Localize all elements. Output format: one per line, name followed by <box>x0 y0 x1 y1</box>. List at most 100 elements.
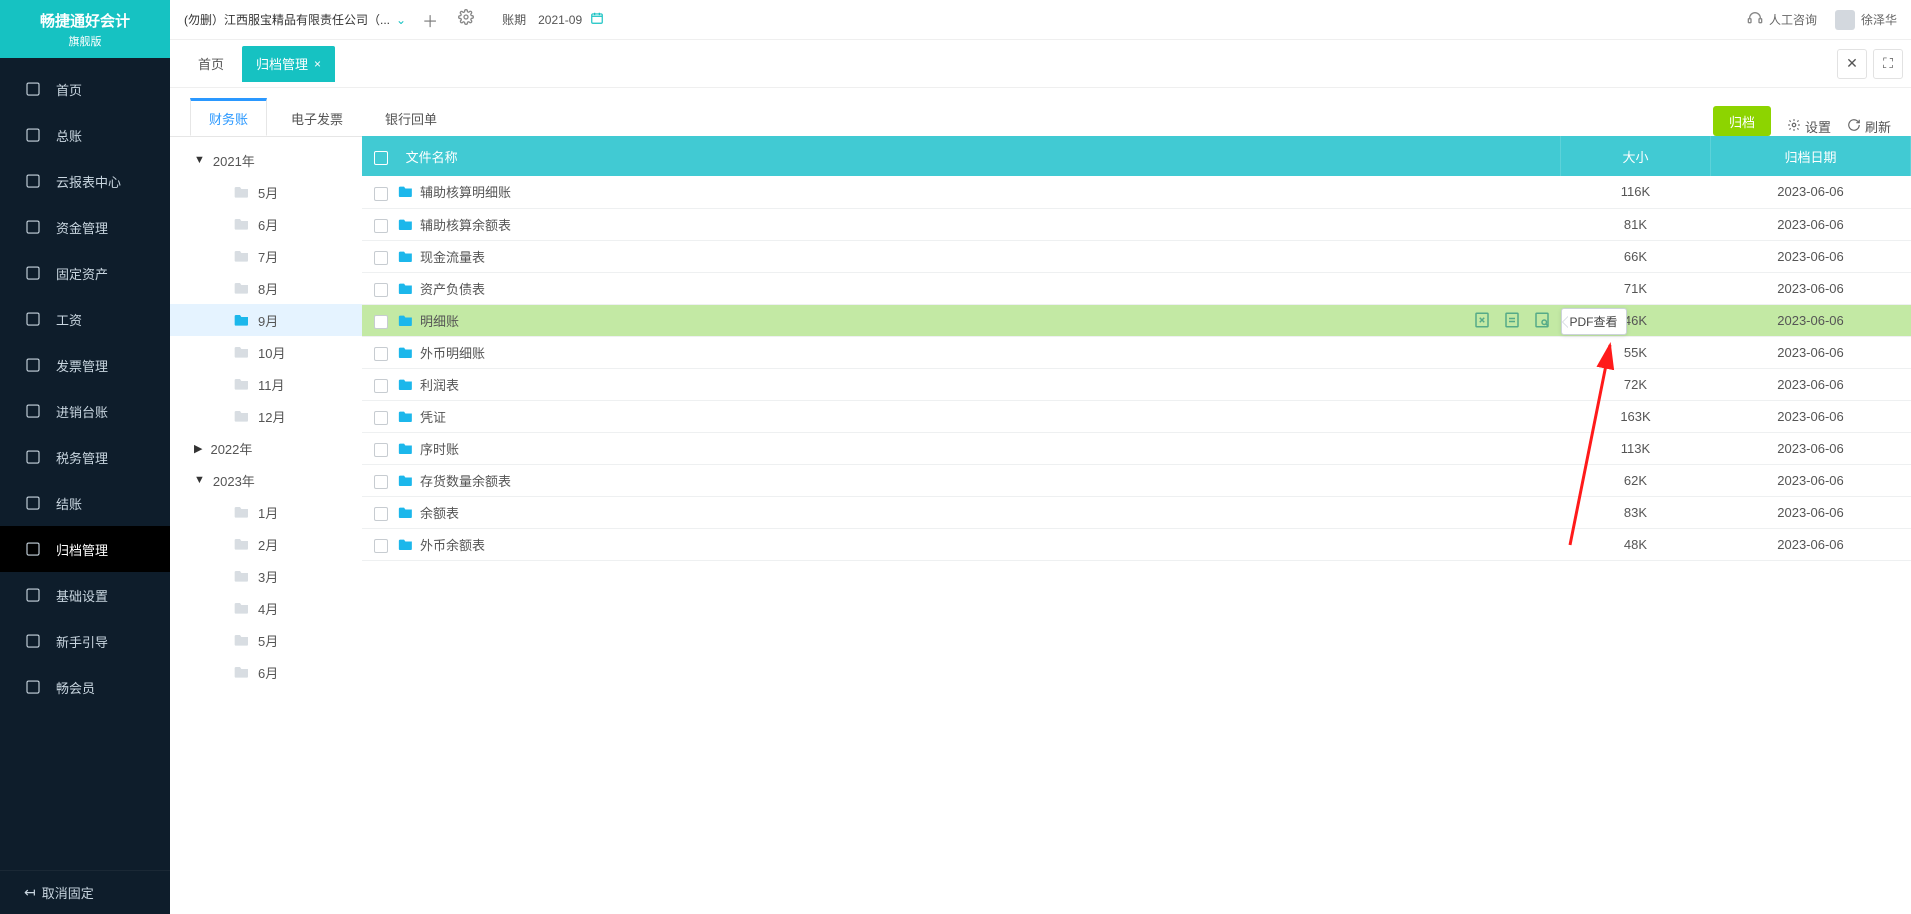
row-checkbox[interactable] <box>374 539 388 553</box>
sidebar-item-1[interactable]: 总账 <box>0 112 170 158</box>
row-checkbox[interactable] <box>374 283 388 297</box>
content-area: 财务账电子发票银行回单 归档 设置 刷新 ▼2021年5月6月7月8月9月10月… <box>170 88 1911 914</box>
close-tab-button[interactable]: ✕ <box>1837 49 1867 79</box>
subtab-row: 财务账电子发票银行回单 归档 设置 刷新 <box>170 88 1911 136</box>
folder-icon <box>234 216 250 233</box>
calendar-icon <box>590 11 604 28</box>
tree-month[interactable]: 2月 <box>170 528 362 560</box>
row-checkbox[interactable] <box>374 379 388 393</box>
sidebar-item-9[interactable]: 结账 <box>0 480 170 526</box>
tree-month[interactable]: 10月 <box>170 336 362 368</box>
user-menu[interactable]: 徐泽华 <box>1835 10 1897 30</box>
folder-icon <box>398 506 414 521</box>
table-row[interactable]: 辅助核算余额表81K2023-06-06 <box>362 208 1911 240</box>
table-row[interactable]: 资产负债表71K2023-06-06 <box>362 272 1911 304</box>
cell-date: 2023-06-06 <box>1711 240 1911 272</box>
settings-button[interactable]: 设置 <box>1787 117 1831 136</box>
sidebar-item-2[interactable]: 云报表中心 <box>0 158 170 204</box>
table-row[interactable]: 凭证163K2023-06-06 <box>362 400 1911 432</box>
sidebar-item-8[interactable]: 税务管理 <box>0 434 170 480</box>
row-checkbox[interactable] <box>374 347 388 361</box>
tree-year-1[interactable]: ▶2022年 <box>170 432 362 464</box>
archive-button[interactable]: 归档 <box>1713 106 1771 136</box>
page-tab-0[interactable]: 首页 <box>184 46 238 82</box>
close-icon[interactable]: × <box>314 57 321 71</box>
period-selector[interactable]: 2021-09 <box>538 11 604 28</box>
nav-icon <box>24 402 42 420</box>
tree-month[interactable]: 11月 <box>170 368 362 400</box>
table-row[interactable]: 辅助核算明细账116K2023-06-06 <box>362 176 1911 208</box>
tree-year-0[interactable]: ▼2021年 <box>170 144 362 176</box>
export-excel-icon[interactable] <box>1473 311 1491 329</box>
refresh-button[interactable]: 刷新 <box>1847 117 1891 136</box>
row-checkbox[interactable] <box>374 251 388 265</box>
tree-year-2[interactable]: ▼2023年 <box>170 464 362 496</box>
row-checkbox[interactable] <box>374 475 388 489</box>
settings-label: 设置 <box>1805 117 1831 136</box>
sidebar-unpin[interactable]: ↤ 取消固定 <box>0 870 170 914</box>
tree-month[interactable]: 9月 <box>170 304 362 336</box>
row-checkbox[interactable] <box>374 187 388 201</box>
row-checkbox[interactable] <box>374 411 388 425</box>
row-checkbox[interactable] <box>374 315 388 329</box>
company-settings-icon[interactable] <box>458 9 474 30</box>
sidebar-item-13[interactable]: 畅会员 <box>0 664 170 710</box>
cell-name: 序时账 <box>362 432 1561 464</box>
cell-name: 余额表 <box>362 496 1561 528</box>
page-tab-1[interactable]: 归档管理 × <box>242 46 335 82</box>
tree-month[interactable]: 5月 <box>170 624 362 656</box>
tree-month[interactable]: 3月 <box>170 560 362 592</box>
tree-month[interactable]: 5月 <box>170 176 362 208</box>
chevron-down-icon[interactable]: ⌄ <box>396 13 406 27</box>
cell-name: 现金流量表 <box>362 240 1561 272</box>
row-checkbox[interactable] <box>374 507 388 521</box>
table-row[interactable]: 现金流量表66K2023-06-06 <box>362 240 1911 272</box>
subtab-1[interactable]: 电子发票 <box>273 98 361 136</box>
company-selector[interactable]: (勿删）江西服宝精品有限责任公司（... <box>184 11 390 28</box>
add-company-button[interactable]: ＋ <box>422 8 438 32</box>
sidebar-item-4[interactable]: 固定资产 <box>0 250 170 296</box>
table-row[interactable]: 明细账46K2023-06-06 <box>362 304 1911 336</box>
subtab-0[interactable]: 财务账 <box>190 98 267 136</box>
nav-icon <box>24 540 42 558</box>
sidebar-item-label: 总账 <box>56 126 82 145</box>
sidebar-item-label: 固定资产 <box>56 264 108 283</box>
sidebar-item-11[interactable]: 基础设置 <box>0 572 170 618</box>
sidebar-item-7[interactable]: 进销台账 <box>0 388 170 434</box>
table-row[interactable]: 存货数量余额表62K2023-06-06 <box>362 464 1911 496</box>
tree-month[interactable]: 7月 <box>170 240 362 272</box>
fullscreen-button[interactable]: ⛶ <box>1873 49 1903 79</box>
view-pdf-icon[interactable] <box>1533 311 1551 329</box>
tree-month[interactable]: 1月 <box>170 496 362 528</box>
subtab-2[interactable]: 银行回单 <box>367 98 455 136</box>
sidebar-item-3[interactable]: 资金管理 <box>0 204 170 250</box>
tree-month[interactable]: 4月 <box>170 592 362 624</box>
tree-month[interactable]: 6月 <box>170 208 362 240</box>
sidebar-item-6[interactable]: 发票管理 <box>0 342 170 388</box>
export-pdf-icon[interactable] <box>1503 311 1521 329</box>
row-checkbox[interactable] <box>374 219 388 233</box>
table-row[interactable]: 外币明细账55K2023-06-06 <box>362 336 1911 368</box>
tree-month-label: 12月 <box>258 407 285 426</box>
tree-month[interactable]: 8月 <box>170 272 362 304</box>
sidebar-item-12[interactable]: 新手引导 <box>0 618 170 664</box>
table-row[interactable]: 余额表83K2023-06-06 <box>362 496 1911 528</box>
sidebar-item-5[interactable]: 工资 <box>0 296 170 342</box>
sidebar-item-0[interactable]: 首页 <box>0 66 170 112</box>
select-all-checkbox[interactable] <box>374 151 388 165</box>
tree-month[interactable]: 12月 <box>170 400 362 432</box>
table-row[interactable]: 外币余额表48K2023-06-06 <box>362 528 1911 560</box>
tab-label: 归档管理 <box>256 54 308 73</box>
sidebar-item-10[interactable]: 归档管理 <box>0 526 170 572</box>
table-row[interactable]: 序时账113K2023-06-06 <box>362 432 1911 464</box>
sidebar-item-label: 发票管理 <box>56 356 108 375</box>
sidebar: 畅捷通好会计 旗舰版 首页总账云报表中心资金管理固定资产工资发票管理进销台账税务… <box>0 0 170 914</box>
folder-icon <box>398 314 414 329</box>
tree-month[interactable]: 6月 <box>170 656 362 688</box>
file-name: 外币余额表 <box>420 538 485 553</box>
consult-button[interactable]: 人工咨询 <box>1747 10 1817 29</box>
row-checkbox[interactable] <box>374 443 388 457</box>
folder-icon <box>398 378 414 393</box>
table-row[interactable]: 利润表72K2023-06-06 <box>362 368 1911 400</box>
tree-month-label: 6月 <box>258 215 278 234</box>
